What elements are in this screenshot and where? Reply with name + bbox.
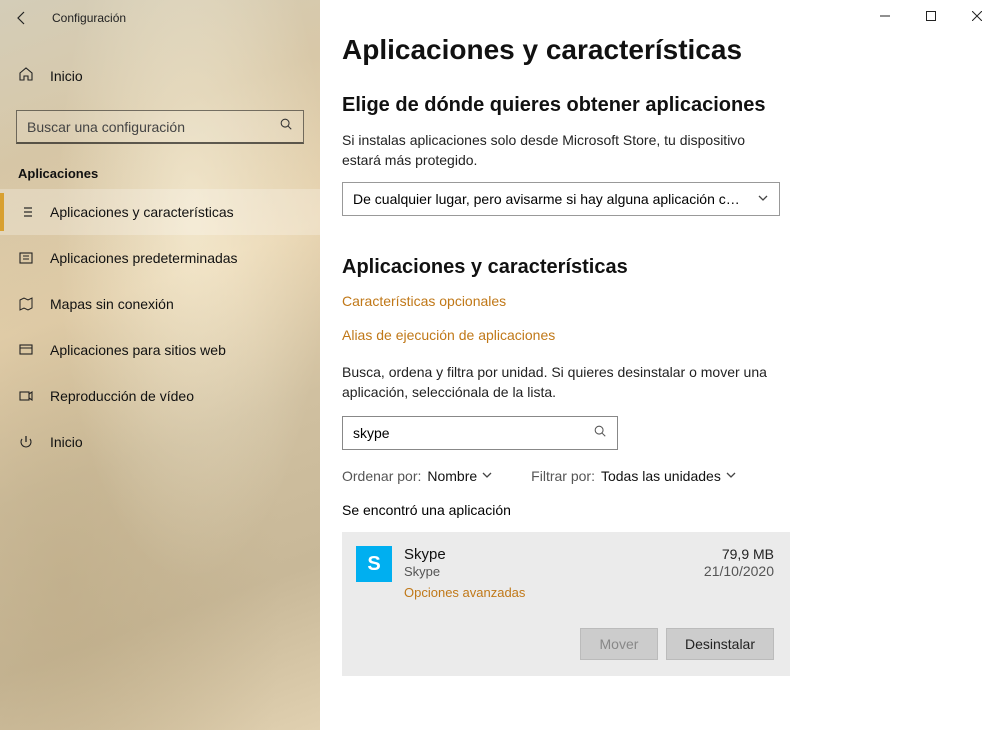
- nav-offline-maps[interactable]: Mapas sin conexión: [0, 281, 320, 327]
- nav-apps-features[interactable]: Aplicaciones y características: [0, 189, 320, 235]
- search-icon: [279, 117, 293, 136]
- sidebar: Configuración Inicio Aplicaciones Aplica…: [0, 0, 320, 730]
- list-description: Busca, ordena y filtra por unidad. Si qu…: [342, 363, 782, 402]
- page-title: Aplicaciones y características: [342, 34, 970, 66]
- home-nav[interactable]: Inicio: [0, 56, 320, 96]
- chevron-down-icon: [481, 468, 493, 484]
- app-date: 21/10/2020: [704, 563, 774, 579]
- home-icon: [18, 66, 36, 87]
- source-heading: Elige de dónde quieres obtener aplicacio…: [342, 94, 970, 117]
- back-button[interactable]: [6, 2, 38, 34]
- section-label: Aplicaciones: [0, 144, 320, 189]
- sort-value: Nombre: [427, 468, 477, 484]
- filter-label: Filtrar por:: [531, 468, 595, 484]
- close-button[interactable]: [954, 0, 1000, 32]
- nav-label: Aplicaciones y características: [50, 204, 234, 220]
- video-icon: [18, 388, 36, 404]
- settings-search[interactable]: [16, 110, 304, 144]
- execution-alias-link[interactable]: Alias de ejecución de aplicaciones: [342, 327, 970, 343]
- defaults-icon: [18, 250, 36, 266]
- minimize-button[interactable]: [862, 0, 908, 32]
- nav-label: Aplicaciones para sitios web: [50, 342, 226, 358]
- nav-label: Reproducción de vídeo: [50, 388, 194, 404]
- advanced-options-link[interactable]: Opciones avanzadas: [404, 585, 525, 600]
- nav-startup[interactable]: Inicio: [0, 419, 320, 465]
- nav-label: Inicio: [50, 434, 83, 450]
- app-source-dropdown[interactable]: De cualquier lugar, pero avisarme si hay…: [342, 182, 780, 216]
- app-card-skype[interactable]: S Skype Skype Opciones avanzadas 79,9 MB…: [342, 532, 790, 676]
- uninstall-button[interactable]: Desinstalar: [666, 628, 774, 660]
- search-input[interactable]: [27, 119, 279, 135]
- websites-icon: [18, 342, 36, 358]
- app-name: Skype: [404, 546, 704, 563]
- filter-by-dropdown[interactable]: Filtrar por: Todas las unidades: [531, 468, 737, 484]
- maximize-button[interactable]: [908, 0, 954, 32]
- nav-label: Aplicaciones predeterminadas: [50, 250, 238, 266]
- nav-label: Mapas sin conexión: [50, 296, 174, 312]
- home-label: Inicio: [50, 68, 83, 84]
- dropdown-value: De cualquier lugar, pero avisarme si hay…: [353, 191, 743, 207]
- map-icon: [18, 296, 36, 312]
- chevron-down-icon: [757, 191, 769, 207]
- sort-label: Ordenar por:: [342, 468, 421, 484]
- titlebar: Configuración: [0, 0, 320, 36]
- window-title: Configuración: [52, 11, 126, 25]
- skype-icon: S: [356, 546, 392, 582]
- move-button: Mover: [580, 628, 658, 660]
- result-count: Se encontró una aplicación: [342, 502, 970, 518]
- app-filter-box[interactable]: [342, 416, 618, 450]
- main-content: Aplicaciones y características Elige de …: [320, 0, 1000, 730]
- list-icon: [18, 204, 36, 220]
- startup-icon: [18, 434, 36, 450]
- app-publisher: Skype: [404, 564, 704, 579]
- nav-default-apps[interactable]: Aplicaciones predeterminadas: [0, 235, 320, 281]
- chevron-down-icon: [725, 468, 737, 484]
- filter-value: Todas las unidades: [601, 468, 721, 484]
- nav-apps-websites[interactable]: Aplicaciones para sitios web: [0, 327, 320, 373]
- search-icon: [593, 424, 607, 443]
- app-size: 79,9 MB: [704, 546, 774, 562]
- nav-video-playback[interactable]: Reproducción de vídeo: [0, 373, 320, 419]
- window-controls: [862, 0, 1000, 32]
- source-description: Si instalas aplicaciones solo desde Micr…: [342, 131, 782, 170]
- sort-by-dropdown[interactable]: Ordenar por: Nombre: [342, 468, 493, 484]
- app-filter-input[interactable]: [353, 425, 593, 441]
- optional-features-link[interactable]: Características opcionales: [342, 293, 970, 309]
- list-heading: Aplicaciones y características: [342, 256, 970, 279]
